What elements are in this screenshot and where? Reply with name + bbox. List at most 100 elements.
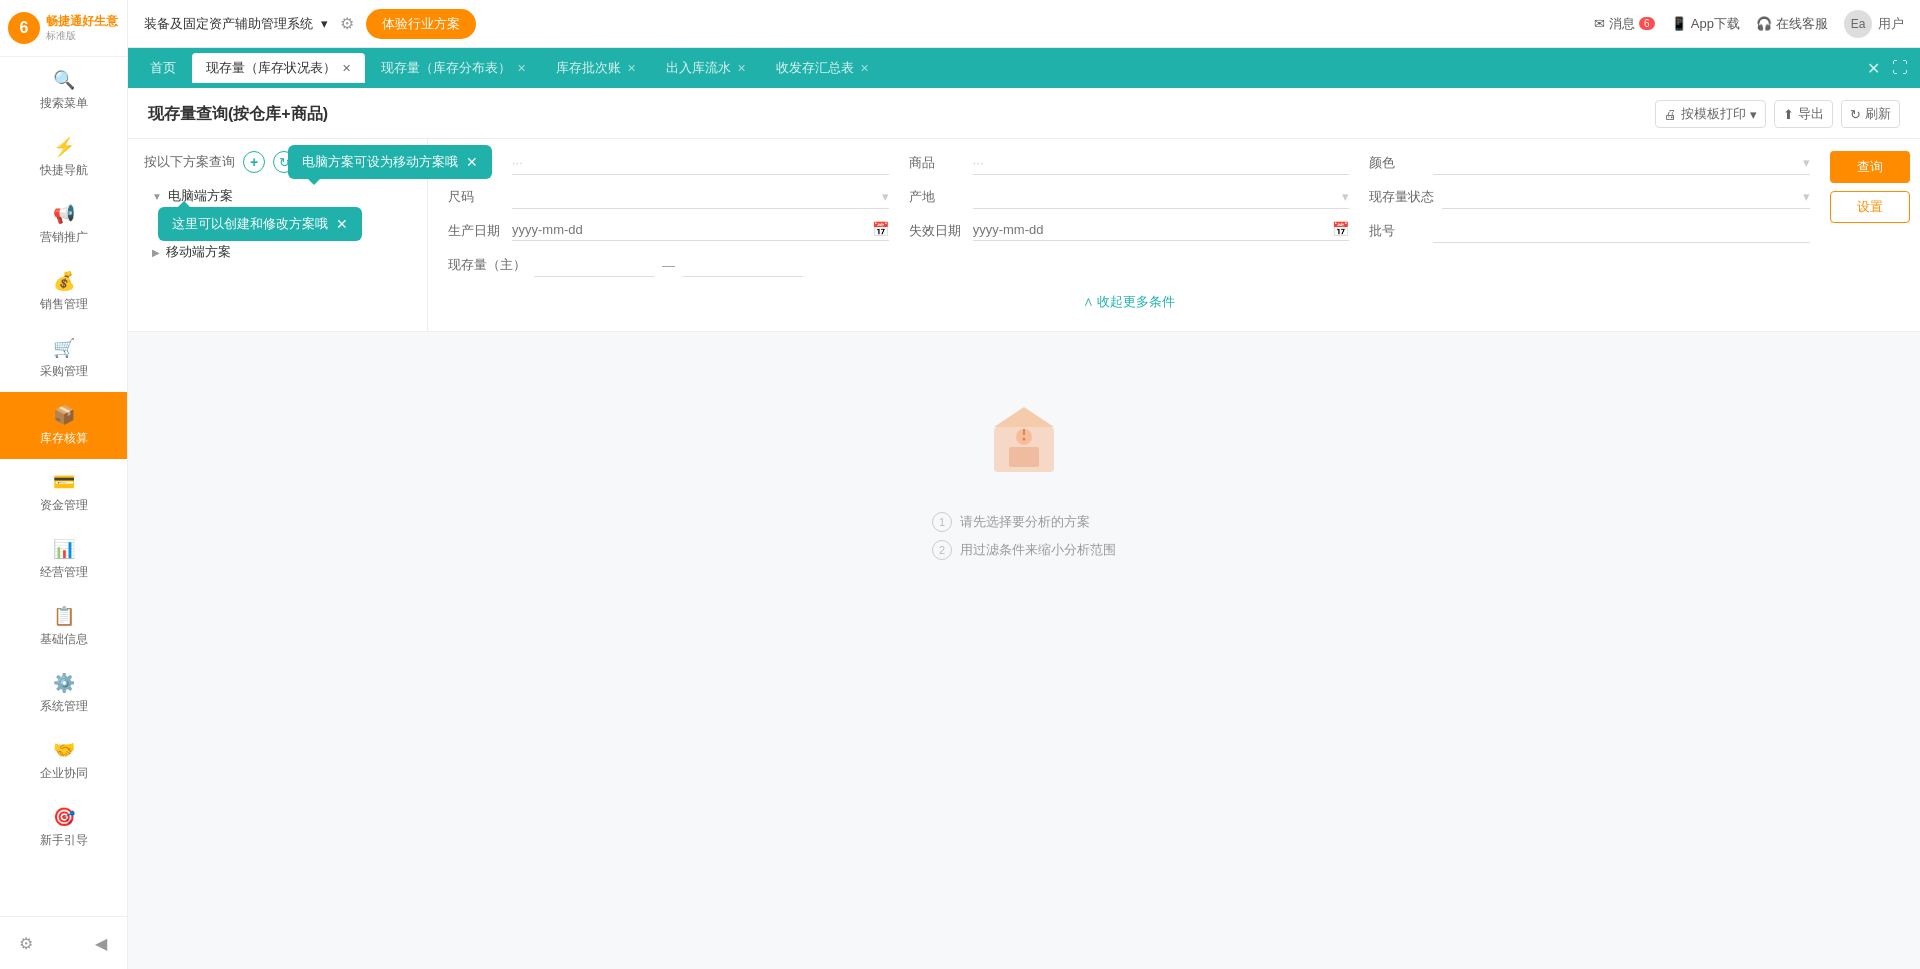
tab-summary-close[interactable]: ✕ (860, 62, 869, 75)
sidebar-label-3: 销售管理 (40, 296, 88, 313)
tab-home[interactable]: 首页 (136, 53, 190, 83)
sidebar-item-营销推广[interactable]: 📢营销推广 (0, 191, 127, 258)
batch-input[interactable] (1433, 219, 1810, 243)
size-select[interactable]: ▾ (512, 185, 889, 209)
tab-flow-close[interactable]: ✕ (737, 62, 746, 75)
sidebar-item-新手引导[interactable]: 🎯新手引导 (0, 794, 127, 861)
filter-row2: 尺码 ▾ 产地 ▾ 现存量状态 ▾ (448, 185, 1810, 209)
logo-icon: 6 (8, 12, 40, 44)
reset-btn[interactable]: 设置 (1830, 191, 1910, 223)
sidebar-item-资金管理[interactable]: 💳资金管理 (0, 459, 127, 526)
tab-inventory-status[interactable]: 现存量（库存状况表） ✕ (192, 53, 365, 83)
expiry-date-input[interactable] (973, 222, 1329, 237)
inventory-max-input[interactable] (683, 253, 803, 277)
production-calendar-icon[interactable]: 📅 (872, 221, 889, 237)
tab-inventory-dist[interactable]: 现存量（库存分布表） ✕ (367, 53, 540, 83)
expiry-calendar-icon[interactable]: 📅 (1332, 221, 1349, 237)
tab-flow[interactable]: 出入库流水 ✕ (652, 53, 760, 83)
empty-step1: 1 请先选择要分析的方案 (932, 512, 1116, 532)
tooltip-desktop-scheme: 电脑方案可设为移动方案哦 ✕ (288, 145, 492, 179)
production-date-input[interactable] (512, 222, 868, 237)
sidebar-icon-7: 📊 (53, 538, 75, 560)
filter-warehouse: 仓库 ··· (448, 151, 889, 175)
sidebar: 6 畅捷通好生意 标准版 🔍搜索菜单⚡快捷导航📢营销推广💰销售管理🛒采购管理📦库… (0, 0, 128, 969)
avatar: Ea (1844, 10, 1872, 38)
tab-batch-account-close[interactable]: ✕ (627, 62, 636, 75)
filter-batch: 批号 (1369, 219, 1810, 243)
message-btn[interactable]: ✉ 消息 6 (1594, 15, 1655, 33)
app-download-btn[interactable]: 📱 App下载 (1671, 15, 1740, 33)
sidebar-item-快捷导航[interactable]: ⚡快捷导航 (0, 124, 127, 191)
user-menu[interactable]: Ea 用户 (1844, 10, 1904, 38)
tab-inventory-dist-label: 现存量（库存分布表） (381, 59, 511, 77)
tab-summary[interactable]: 收发存汇总表 ✕ (762, 53, 883, 83)
online-support-btn[interactable]: 🎧 在线客服 (1756, 15, 1828, 33)
svg-point-5 (1023, 438, 1026, 441)
sidebar-icon-3: 💰 (53, 270, 75, 292)
expiry-date-label: 失效日期 (909, 222, 965, 240)
collapse-more-btn[interactable]: ∧ 收起更多条件 (448, 285, 1810, 319)
sidebar-item-系统管理[interactable]: ⚙️系统管理 (0, 660, 127, 727)
settings-btn[interactable]: ⚙ (8, 925, 44, 961)
stock-status-arrow-icon: ▾ (1803, 189, 1810, 204)
inventory-min-input[interactable] (534, 253, 654, 277)
tooltip2-close[interactable]: ✕ (336, 216, 348, 232)
experience-btn[interactable]: 体验行业方案 (366, 9, 476, 39)
filter-row1: 仓库 ··· 商品 ··· 颜色 ▾ (448, 151, 1810, 175)
sidebar-item-经营管理[interactable]: 📊经营管理 (0, 526, 127, 593)
expiry-date-input-wrap: 📅 (973, 221, 1350, 241)
scheme-desktop-header[interactable]: ▼ 电脑端方案 (152, 183, 411, 209)
stock-status-label: 现存量状态 (1369, 188, 1434, 206)
close-all-tab-icon[interactable]: ✕ (1863, 55, 1884, 82)
sidebar-item-搜索菜单[interactable]: 🔍搜索菜单 (0, 57, 127, 124)
sidebar-nav: 🔍搜索菜单⚡快捷导航📢营销推广 💰 销售管理 🛒采购管理📦库存核算💳资金管理📊经营管理… (0, 57, 127, 916)
sidebar-item-采购管理[interactable]: 🛒采购管理 (0, 325, 127, 392)
filter-right-panel: 仓库 ··· 商品 ··· 颜色 ▾ (428, 139, 1830, 331)
sidebar-label-4: 采购管理 (40, 363, 88, 380)
search-btn[interactable]: 查询 (1830, 151, 1910, 183)
sidebar-item-销售管理[interactable]: 💰 销售管理 (0, 258, 127, 325)
scheme-mobile-arrow-icon: ▶ (152, 247, 160, 258)
stock-status-select[interactable]: ▾ (1442, 185, 1810, 209)
size-arrow-icon: ▾ (882, 189, 889, 204)
settings-gear-icon[interactable]: ⚙ (340, 14, 354, 33)
sidebar-item-库存核算[interactable]: 📦库存核算 (0, 392, 127, 459)
system-selector[interactable]: 装备及固定资产辅助管理系统 ▾ (144, 15, 328, 33)
origin-label: 产地 (909, 188, 965, 206)
filter-row3: 生产日期 📅 失效日期 📅 批号 (448, 219, 1810, 243)
sidebar-item-企业协同[interactable]: 🤝企业协同 (0, 727, 127, 794)
message-label: 消息 (1609, 15, 1635, 33)
collapse-btn[interactable]: ◀ (83, 925, 119, 961)
warehouse-select[interactable]: ··· (512, 151, 889, 175)
refresh-btn[interactable]: ↻ 刷新 (1841, 100, 1900, 128)
scheme-mobile-header[interactable]: ▶ 移动端方案 (152, 239, 411, 265)
batch-label: 批号 (1369, 222, 1425, 240)
filter-size: 尺码 ▾ (448, 185, 889, 209)
app-download-label: App下载 (1691, 15, 1740, 33)
export-btn[interactable]: ⬆ 导出 (1774, 100, 1833, 128)
sidebar-icon-0: 🔍 (53, 69, 75, 91)
tab-bar: 首页 现存量（库存状况表） ✕ 现存量（库存分布表） ✕ 库存批次账 ✕ 出入库… (128, 48, 1920, 88)
filter-origin: 产地 ▾ (909, 185, 1350, 209)
system-dropdown-icon: ▾ (321, 16, 328, 31)
sidebar-label-10: 企业协同 (40, 765, 88, 782)
sidebar-label-9: 系统管理 (40, 698, 88, 715)
origin-select[interactable]: ▾ (973, 185, 1350, 209)
maximize-icon[interactable]: ⛶ (1888, 55, 1912, 82)
filter-add-btn[interactable]: + (243, 151, 265, 173)
color-select[interactable]: ▾ (1433, 151, 1810, 175)
goods-select[interactable]: ··· (973, 151, 1350, 175)
topbar: 装备及固定资产辅助管理系统 ▾ ⚙ 体验行业方案 ✉ 消息 6 📱 App下载 … (128, 0, 1920, 48)
tab-batch-account[interactable]: 库存批次账 ✕ (542, 53, 650, 83)
sidebar-item-基础信息[interactable]: 📋基础信息 (0, 593, 127, 660)
page-title-row: 现存量查询(按仓库+商品) 🖨 按模板打印 ▾ ⬆ 导出 ↻ 刷新 (148, 100, 1900, 138)
template-print-btn[interactable]: 🖨 按模板打印 ▾ (1655, 100, 1766, 128)
filter-left-panel: 按以下方案查询 + ↻ « 电脑方案可设为移动方案哦 ✕ 这里可以创建和修改方案… (128, 139, 428, 331)
tab-flow-label: 出入库流水 (666, 59, 731, 77)
refresh-icon: ↻ (1850, 107, 1861, 122)
tab-inventory-dist-close[interactable]: ✕ (517, 62, 526, 75)
tooltip1-close[interactable]: ✕ (466, 154, 478, 170)
tab-inventory-status-close[interactable]: ✕ (342, 62, 351, 75)
brand-name: 畅捷通好生意 (46, 14, 118, 30)
tab-inventory-status-label: 现存量（库存状况表） (206, 59, 336, 77)
